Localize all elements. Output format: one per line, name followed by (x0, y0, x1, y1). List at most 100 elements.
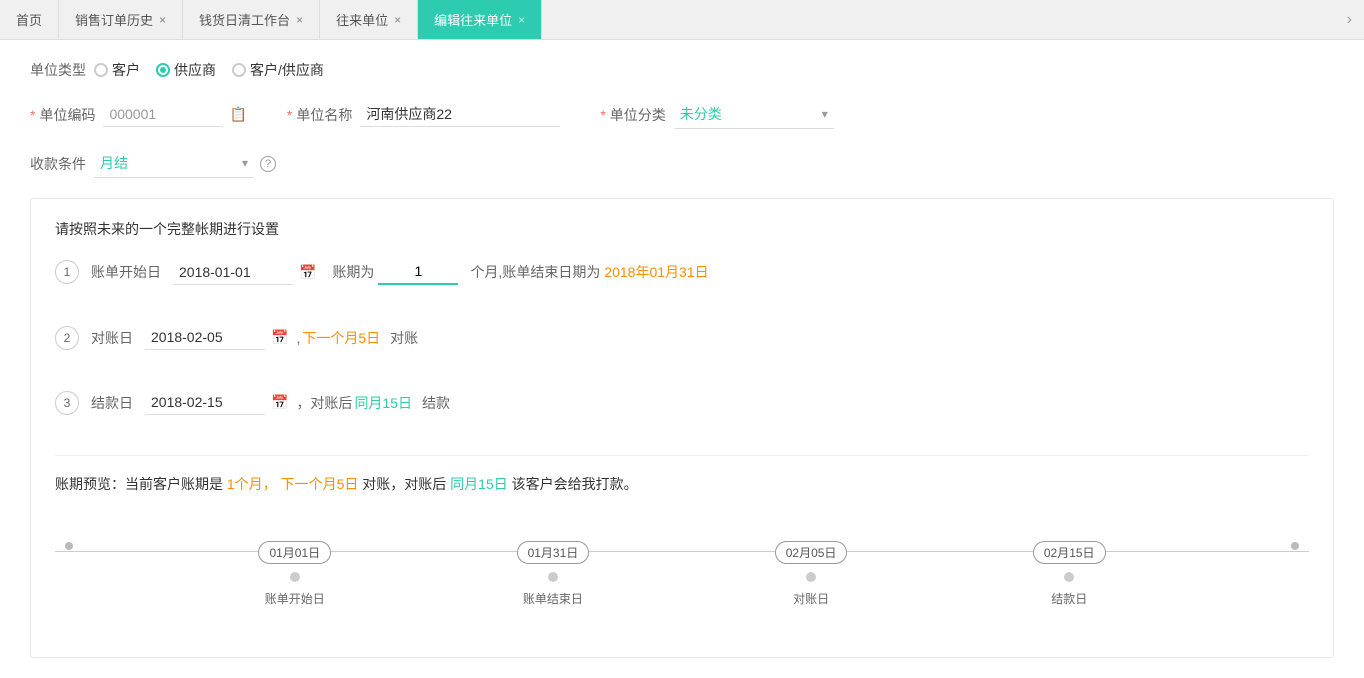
category-dropdown-icon: ▾ (822, 107, 828, 121)
timeline-point-1: 01月01日 账单开始日 (258, 541, 331, 607)
card-title: 请按照未来的一个完整帐期进行设置 (55, 219, 1309, 239)
required-star-name: * (287, 107, 292, 123)
preview-reconcile: 下一个月5日 (281, 476, 359, 492)
radio-label-customer: 客户 (112, 60, 140, 80)
unit-type-label: 单位类型 (30, 60, 86, 80)
preview-prefix: 账期预览：当前客户账期是 (55, 476, 223, 492)
preview-text: 账期预览：当前客户账期是 1个月， 下一个月5日 对账，对账后 同月15日 该客… (55, 472, 1309, 497)
timeline-point-4: 02月15日 结款日 (1033, 541, 1106, 607)
row-label-2: 对账日 (91, 328, 133, 348)
row-number-2: 2 (55, 326, 79, 350)
reconcile-highlight: 下一个月5日 (302, 328, 380, 348)
timeline-left-dot (65, 542, 73, 550)
tab-sales-history[interactable]: 销售订单历史 × (59, 0, 183, 39)
payment-terms-value: 月结 (100, 153, 236, 173)
timeline-point-2: 01月31日 账单结束日 (517, 541, 590, 607)
required-star-code: * (30, 107, 35, 123)
period-label: 账期为 (332, 262, 374, 282)
period-suffix: 个月,账单结束日期为 (470, 262, 600, 282)
preview-section: 账期预览：当前客户账期是 1个月， 下一个月5日 对账，对账后 同月15日 该客… (55, 455, 1309, 637)
preview-payment: 同月15日 (450, 476, 508, 492)
timeline-label-2: 账单结束日 (523, 590, 583, 607)
preview-period: 1个月， (227, 476, 277, 492)
tab-more-button[interactable]: › (1335, 11, 1364, 29)
payment-highlight: 同月15日 (354, 393, 412, 413)
radio-label-supplier: 供应商 (174, 60, 216, 80)
timeline-label-3: 对账日 (793, 590, 829, 607)
unit-name-label: 单位名称 (296, 105, 352, 125)
copy-icon[interactable]: 📋 (229, 106, 246, 123)
unit-type-radio-group: 客户 供应商 客户/供应商 (94, 60, 324, 80)
preview-suffix: 该客户会给我打款。 (512, 476, 638, 492)
unit-info-row: * 单位编码 📋 * 单位名称 * 单位分类 未分类 ▾ (30, 100, 1334, 129)
tab-close-cash[interactable]: × (296, 13, 303, 27)
payment-date-calendar-icon[interactable]: 📅 (271, 394, 288, 411)
reconcile-date-input[interactable] (145, 325, 265, 350)
setting-row-1: 1 账单开始日 📅 账期为 个月,账单结束日期为 2018年01月31日 (55, 259, 1309, 295)
row-number-3: 3 (55, 391, 79, 415)
main-content: 单位类型 客户 供应商 客户/供应商 * 单位编码 📋 (0, 40, 1364, 678)
reconcile-date-calendar-icon[interactable]: 📅 (271, 329, 288, 346)
payment-desc-after: 结款 (422, 393, 450, 413)
unit-code-input-wrapper: 📋 (103, 102, 246, 127)
timeline: 01月01日 账单开始日 01月31日 账单结束日 02月05日 对账日 (55, 521, 1309, 637)
payment-terms-dropdown-icon: ▾ (242, 156, 248, 170)
payment-terms-label: 收款条件 (30, 154, 86, 174)
payment-date-input[interactable] (145, 390, 265, 415)
payment-terms-help-icon[interactable]: ? (260, 156, 276, 172)
timeline-badge-2: 01月31日 (517, 541, 590, 564)
tab-partner[interactable]: 往来单位 × (320, 0, 418, 39)
timeline-dot-1 (290, 572, 300, 582)
timeline-badge-1: 01月01日 (258, 541, 331, 564)
tab-close-edit-partner[interactable]: × (518, 13, 525, 27)
timeline-label-1: 账单开始日 (265, 590, 325, 607)
unit-code-input[interactable] (103, 102, 223, 127)
radio-both[interactable]: 客户/供应商 (232, 60, 324, 80)
timeline-right-dot (1291, 542, 1299, 550)
setting-row-3: 3 结款日 📅 ，对账后 同月15日 结款 (55, 390, 1309, 425)
timeline-dot-3 (806, 572, 816, 582)
tab-close-partner[interactable]: × (394, 13, 401, 27)
radio-customer[interactable]: 客户 (94, 60, 140, 80)
unit-code-label: 单位编码 (39, 105, 95, 125)
setting-row-2: 2 对账日 📅 , 下一个月5日 对账 (55, 325, 1309, 360)
row-number-1: 1 (55, 260, 79, 284)
tab-home[interactable]: 首页 (0, 0, 59, 39)
tab-bar: 首页 销售订单历史 × 钱货日清工作台 × 往来单位 × 编辑往来单位 × › (0, 0, 1364, 40)
row-value-1: 📅 账期为 个月,账单结束日期为 2018年01月31日 (173, 259, 709, 285)
unit-category-label: 单位分类 (610, 105, 666, 125)
timeline-dot-2 (548, 572, 558, 582)
timeline-dot-4 (1064, 572, 1074, 582)
start-date-input[interactable] (173, 260, 293, 285)
radio-circle-supplier (156, 63, 170, 77)
radio-circle-both (232, 63, 246, 77)
row-value-3: 📅 ，对账后 同月15日 结款 (145, 390, 450, 415)
reconcile-desc: , (296, 330, 300, 346)
unit-type-row: 单位类型 客户 供应商 客户/供应商 (30, 60, 1334, 80)
unit-category-value: 未分类 (680, 104, 816, 124)
unit-code-field: * 单位编码 📋 (30, 102, 247, 127)
unit-category-field: * 单位分类 未分类 ▾ (600, 100, 833, 129)
reconcile-suffix: 对账 (390, 328, 418, 348)
required-star-category: * (600, 107, 605, 123)
payment-terms-row: 收款条件 月结 ▾ ? (30, 149, 1334, 178)
unit-category-select[interactable]: 未分类 ▾ (674, 100, 834, 129)
tab-close-sales[interactable]: × (159, 13, 166, 27)
timeline-points: 01月01日 账单开始日 01月31日 账单结束日 02月05日 对账日 (65, 541, 1299, 607)
timeline-point-3: 02月05日 对账日 (775, 541, 848, 607)
payment-desc-before: ，对账后 (296, 393, 352, 413)
radio-label-both: 客户/供应商 (250, 60, 324, 80)
radio-supplier[interactable]: 供应商 (156, 60, 216, 80)
timeline-badge-4: 02月15日 (1033, 541, 1106, 564)
tab-edit-partner[interactable]: 编辑往来单位 × (418, 0, 542, 39)
settings-card: 请按照未来的一个完整帐期进行设置 1 账单开始日 📅 账期为 个月,账单结束日期… (30, 198, 1334, 658)
payment-terms-select[interactable]: 月结 ▾ (94, 149, 254, 178)
end-date-highlight: 2018年01月31日 (604, 262, 708, 282)
period-input[interactable] (378, 259, 458, 285)
row-value-2: 📅 , 下一个月5日 对账 (145, 325, 418, 350)
start-date-calendar-icon[interactable]: 📅 (299, 264, 316, 281)
tab-cash-work[interactable]: 钱货日清工作台 × (183, 0, 320, 39)
timeline-label-4: 结款日 (1051, 590, 1087, 607)
radio-circle-customer (94, 63, 108, 77)
unit-name-input[interactable] (360, 102, 560, 127)
